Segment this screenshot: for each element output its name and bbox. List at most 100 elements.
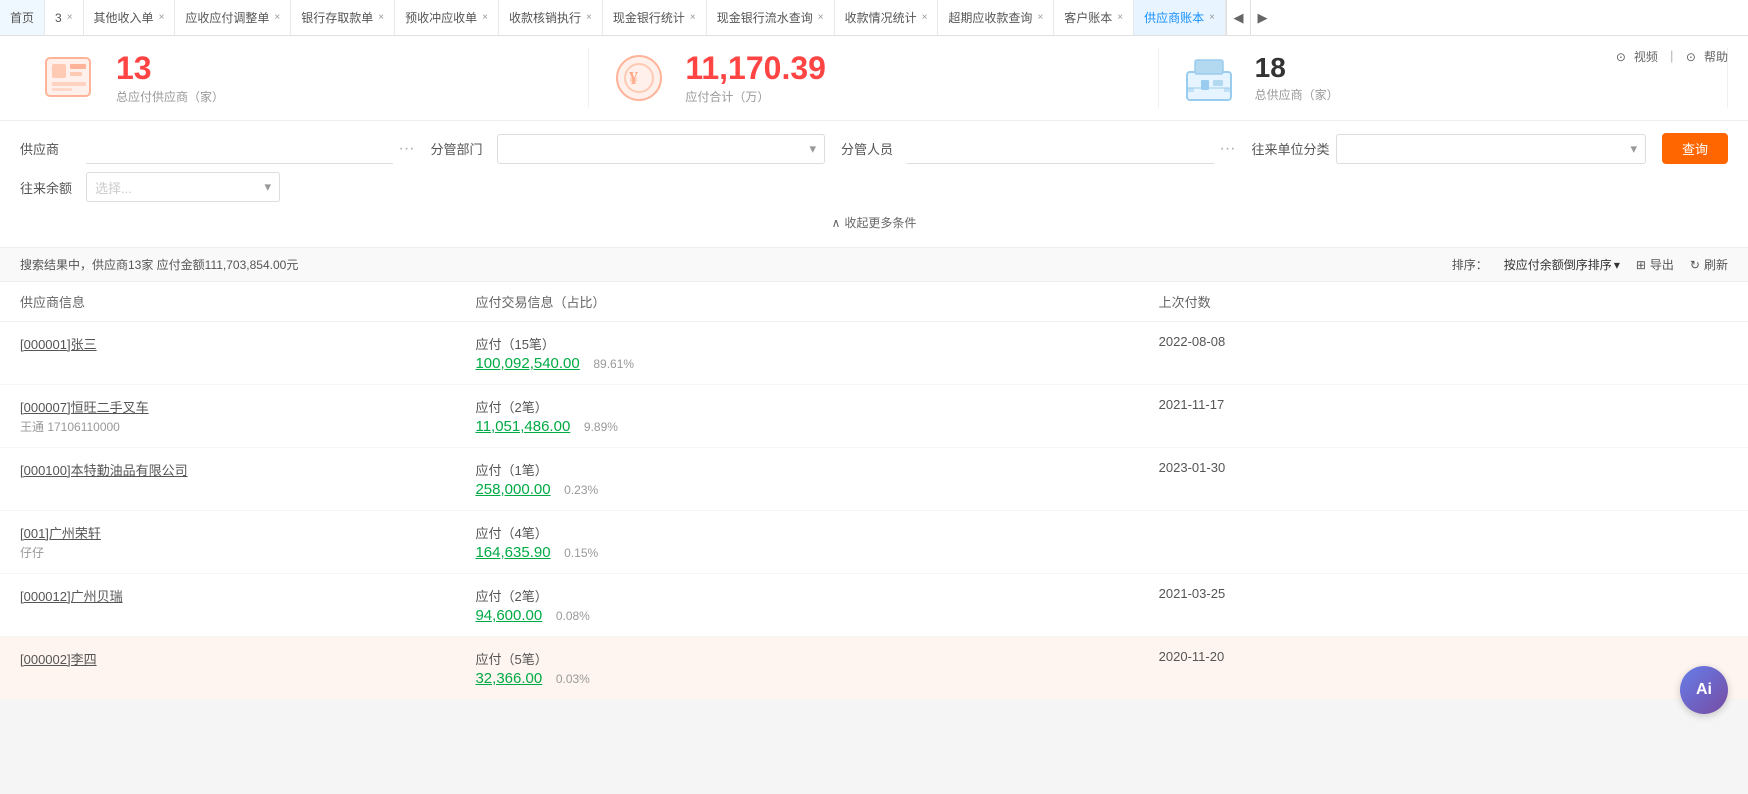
help-icon: ⊙ xyxy=(1686,50,1696,64)
chevron-down-icon: ▾ xyxy=(264,179,271,195)
balance-dropdown[interactable]: 选择... ▾ xyxy=(86,172,280,202)
close-icon[interactable]: × xyxy=(67,12,73,23)
nav-tab-adjustment[interactable]: 应收应付调整单 × xyxy=(175,0,291,35)
transaction-amount[interactable]: 164,635.90 xyxy=(475,544,550,561)
chevron-up-icon: ∧ xyxy=(832,216,841,230)
filter-balance: 往来余额 选择... ▾ xyxy=(20,172,280,202)
chevron-down-icon: ▾ xyxy=(1614,258,1620,272)
result-bar: 搜索结果中，供应商13家 应付金额111,703,854.00元 排序： 按应付… xyxy=(0,248,1748,282)
supplier-info: [000012]广州贝瑞 xyxy=(20,586,475,605)
supplier-link[interactable]: [000012]广州贝瑞 xyxy=(20,589,123,604)
total-suppliers-icon xyxy=(1179,48,1239,108)
payable-suppliers-icon xyxy=(40,48,100,108)
table-row[interactable]: [000002]李四 应付（5笔） 32,366.00 0.03% 2020-1… xyxy=(0,637,1748,700)
nav-tab-cash-flow[interactable]: 现金银行流水查询 × xyxy=(707,0,835,35)
close-icon[interactable]: × xyxy=(690,12,696,23)
transaction-amount[interactable]: 258,000.00 xyxy=(475,481,550,498)
transaction-title: 应付（15笔） xyxy=(475,334,1158,353)
supplier-sub: 仔仔 xyxy=(20,544,475,561)
ai-badge[interactable]: Ai xyxy=(1680,666,1728,714)
person-input[interactable] xyxy=(907,134,1214,164)
supplier-input[interactable] xyxy=(86,134,393,164)
close-icon[interactable]: × xyxy=(1037,12,1043,23)
supplier-ellipsis[interactable]: ··· xyxy=(399,140,415,158)
transaction-percent: 0.23% xyxy=(564,483,598,497)
nav-tab-supplier-account[interactable]: 供应商账本 × xyxy=(1134,0,1226,35)
filter-area: 供应商 ··· 分管部门 ▾ 分管人员 ··· 往来单位分类 ▾ 查询 xyxy=(0,121,1748,248)
table-row[interactable]: [000007]恒旺二手叉车 王通 17106110000 应付（2笔） 11,… xyxy=(0,385,1748,448)
table-row[interactable]: [000100]本特勤油品有限公司 应付（1笔） 258,000.00 0.23… xyxy=(0,448,1748,511)
person-ellipsis[interactable]: ··· xyxy=(1220,140,1236,158)
close-icon[interactable]: × xyxy=(922,12,928,23)
result-actions: 排序： 按应付余额倒序排序 ▾ ⊞ 导出 ↻ 刷新 xyxy=(1452,256,1728,273)
filter-dept: 分管部门 ▾ xyxy=(431,134,826,164)
transaction-info: 应付（1笔） 258,000.00 0.23% xyxy=(475,460,1158,498)
filter-row-2: 往来余额 选择... ▾ xyxy=(20,172,280,202)
transaction-percent: 89.61% xyxy=(593,357,634,371)
transaction-percent: 0.08% xyxy=(556,609,590,623)
result-summary: 搜索结果中，供应商13家 应付金额111,703,854.00元 xyxy=(20,256,298,273)
close-icon[interactable]: × xyxy=(274,12,280,23)
filter-row-1: 供应商 ··· 分管部门 ▾ 分管人员 ··· 往来单位分类 ▾ 查询 xyxy=(20,133,1728,164)
transaction-amount[interactable]: 32,366.00 xyxy=(475,670,542,687)
nav-tab-home[interactable]: 首页 xyxy=(0,0,45,35)
transaction-amount[interactable]: 11,051,486.00 xyxy=(475,418,570,435)
nav-tab-payment-stat[interactable]: 收款情况统计 × xyxy=(835,0,939,35)
category-dropdown[interactable]: ▾ xyxy=(1336,134,1646,164)
supplier-link[interactable]: [000100]本特勤油品有限公司 xyxy=(20,463,188,478)
table-row[interactable]: [001]广州荣轩 仔仔 应付（4笔） 164,635.90 0.15% xyxy=(0,511,1748,574)
export-button[interactable]: ⊞ 导出 xyxy=(1636,256,1674,273)
supplier-sub: 王通 17106110000 xyxy=(20,418,475,435)
col-header-extra xyxy=(1500,292,1728,311)
col-header-supplier: 供应商信息 xyxy=(20,292,475,311)
filter-person: 分管人员 ··· xyxy=(841,134,1236,164)
supplier-link[interactable]: [000002]李四 xyxy=(20,652,97,667)
last-payment-date: 2023-01-30 xyxy=(1159,460,1501,475)
table-row[interactable]: [000012]广州贝瑞 应付（2笔） 94,600.00 0.08% 2021… xyxy=(0,574,1748,637)
stat-total-payable-suppliers: 13 总应付供应商（家） xyxy=(20,48,589,108)
nav-tab-cash-stat[interactable]: 现金银行统计 × xyxy=(603,0,707,35)
nav-tab-customer-account[interactable]: 客户账本 × xyxy=(1054,0,1134,35)
nav-next-arrow[interactable]: ▶ xyxy=(1250,0,1274,35)
close-icon[interactable]: × xyxy=(378,12,384,23)
close-icon[interactable]: × xyxy=(1209,12,1215,23)
transaction-info: 应付（5笔） 32,366.00 0.03% xyxy=(475,649,1158,687)
chevron-down-icon: ▾ xyxy=(1630,141,1637,157)
transaction-amount[interactable]: 100,092,540.00 xyxy=(475,355,579,372)
search-button[interactable]: 查询 xyxy=(1662,133,1728,164)
video-link[interactable]: 视频 xyxy=(1634,48,1658,65)
close-icon[interactable]: × xyxy=(818,12,824,23)
collapse-button[interactable]: ∧ 收起更多条件 xyxy=(20,210,1728,235)
transaction-amount[interactable]: 94,600.00 xyxy=(475,607,542,624)
close-icon[interactable]: × xyxy=(482,12,488,23)
nav-tab-prepaid[interactable]: 预收冲应收单 × xyxy=(395,0,499,35)
sort-select[interactable]: 按应付余额倒序排序 ▾ xyxy=(1504,256,1620,273)
top-right-links: ⊙ 视频 ｜ ⊙ 帮助 xyxy=(1616,48,1728,65)
dept-dropdown[interactable]: ▾ xyxy=(497,134,826,164)
stats-bar: 13 总应付供应商（家） ¥ 11,170.39 应付合计（万） xyxy=(0,36,1748,121)
close-icon[interactable]: × xyxy=(586,12,592,23)
chevron-down-icon: ▾ xyxy=(809,141,816,157)
transaction-percent: 0.03% xyxy=(556,672,590,686)
export-icon: ⊞ xyxy=(1636,258,1646,272)
supplier-link[interactable]: [000001]张三 xyxy=(20,337,97,352)
help-link[interactable]: 帮助 xyxy=(1704,48,1728,65)
refresh-icon: ↻ xyxy=(1690,258,1700,272)
transaction-title: 应付（1笔） xyxy=(475,460,1158,479)
nav-tab-collection[interactable]: 收款核销执行 × xyxy=(499,0,603,35)
nav-tab-3[interactable]: 3 × xyxy=(45,0,84,35)
refresh-button[interactable]: ↻ 刷新 xyxy=(1690,256,1728,273)
last-payment-date: 2022-08-08 xyxy=(1159,334,1501,349)
supplier-link[interactable]: [000007]恒旺二手叉车 xyxy=(20,400,149,415)
close-icon[interactable]: × xyxy=(1117,12,1123,23)
close-icon[interactable]: × xyxy=(159,12,165,23)
nav-tab-bank[interactable]: 银行存取款单 × xyxy=(291,0,395,35)
transaction-percent: 0.15% xyxy=(564,546,598,560)
supplier-link[interactable]: [001]广州荣轩 xyxy=(20,526,101,541)
nav-tab-other-income[interactable]: 其他收入单 × xyxy=(84,0,176,35)
nav-tab-overdue[interactable]: 超期应收款查询 × xyxy=(938,0,1054,35)
transaction-title: 应付（2笔） xyxy=(475,586,1158,605)
transaction-info: 应付（2笔） 11,051,486.00 9.89% xyxy=(475,397,1158,435)
table-row[interactable]: [000001]张三 应付（15笔） 100,092,540.00 89.61%… xyxy=(0,322,1748,385)
nav-prev-arrow[interactable]: ◀ xyxy=(1226,0,1250,35)
